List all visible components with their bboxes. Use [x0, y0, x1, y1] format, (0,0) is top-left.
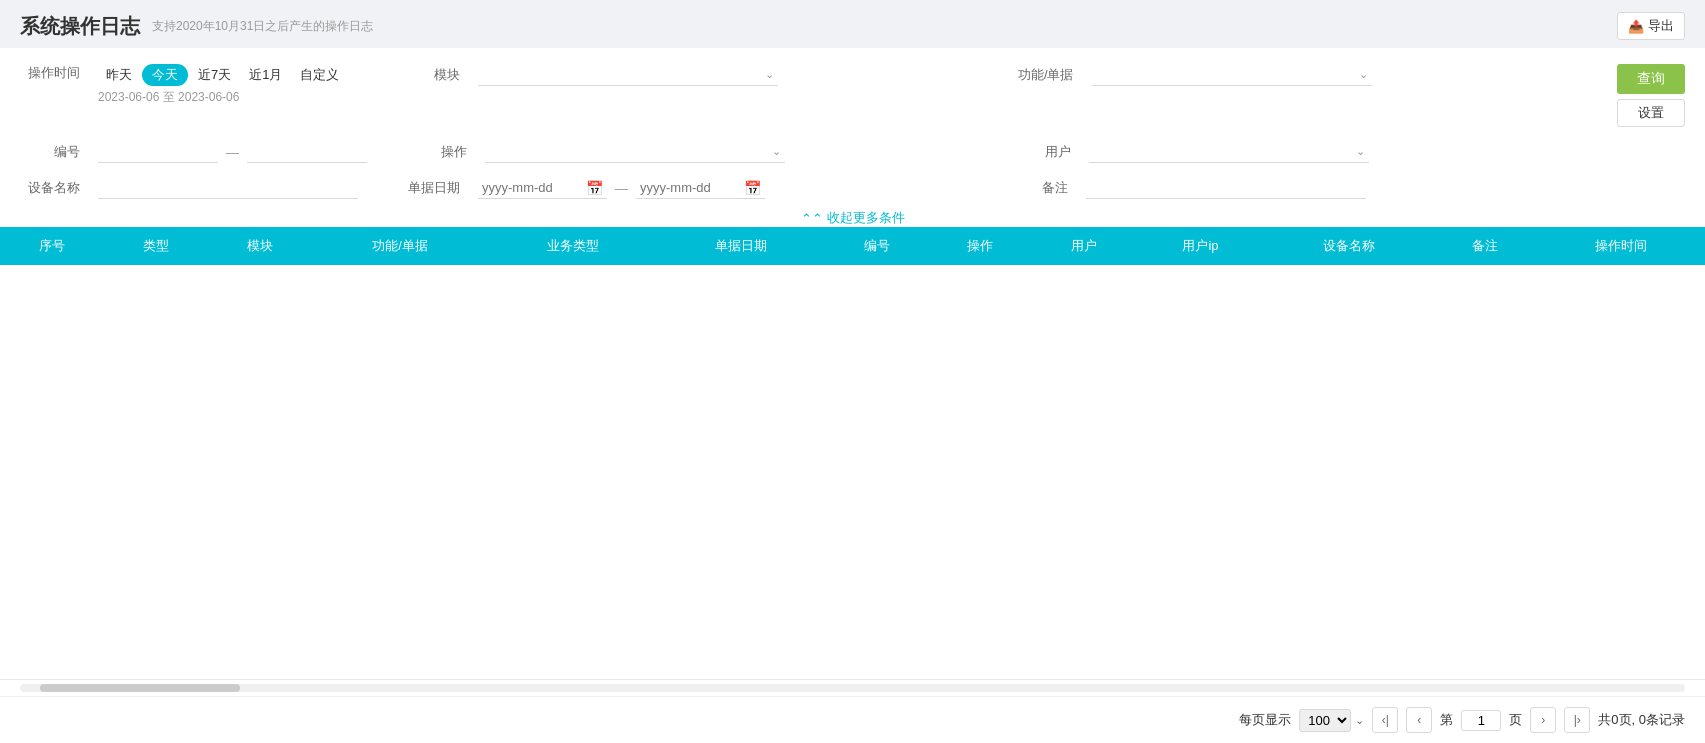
module-chevron-icon: ⌄: [765, 68, 774, 81]
table-header-row: 序号 类型 模块 功能/单据 业务类型 单据日期 编号 操作 用户 用户ip 设…: [0, 227, 1705, 265]
time-btn-custom[interactable]: 自定义: [292, 64, 347, 86]
module-label: 模块: [400, 66, 460, 84]
col-module: 模块: [208, 227, 312, 265]
time-btn-yesterday[interactable]: 昨天: [98, 64, 140, 86]
page-size-select[interactable]: 100 50 200: [1299, 709, 1351, 732]
export-button[interactable]: 📤 导出: [1617, 12, 1685, 40]
scrollbar-thumb[interactable]: [40, 684, 240, 692]
page-title: 系统操作日志: [20, 13, 140, 40]
func-select[interactable]: [1092, 64, 1372, 85]
calendar-end-icon[interactable]: 📅: [744, 180, 761, 196]
scrollbar-track: [20, 684, 1685, 692]
prev-page-button[interactable]: ‹: [1406, 707, 1432, 733]
func-chevron-icon: ⌄: [1359, 68, 1368, 81]
time-btn-1month[interactable]: 近1月: [241, 64, 290, 86]
device-label: 设备名称: [20, 179, 80, 197]
page-label: 第: [1440, 711, 1453, 729]
total-label: 共0页, 0条记录: [1598, 711, 1685, 729]
remark-label: 备注: [1008, 179, 1068, 197]
page-size-chevron-icon: ⌄: [1355, 714, 1364, 727]
col-op-time: 操作时间: [1537, 227, 1705, 265]
date-start-input[interactable]: [482, 180, 582, 195]
collapse-label: 收起更多条件: [827, 209, 905, 227]
action-label: 操作: [407, 143, 467, 161]
time-btn-today[interactable]: 今天: [142, 64, 188, 86]
page-unit: 页: [1509, 711, 1522, 729]
pagination-bar: 每页显示 100 50 200 ⌄ ‹| ‹ 第 页 › |› 共0页, 0条记…: [0, 696, 1705, 743]
calendar-start-icon[interactable]: 📅: [586, 180, 603, 196]
export-icon: 📤: [1628, 19, 1644, 34]
voucher-date-label: 单据日期: [400, 179, 460, 197]
col-voucher-date: 单据日期: [657, 227, 825, 265]
remark-input[interactable]: [1086, 177, 1366, 199]
action-chevron-icon: ⌄: [772, 145, 781, 158]
number-label: 编号: [20, 143, 80, 161]
page-subtitle: 支持2020年10月31日之后产生的操作日志: [152, 18, 373, 35]
number-dash: —: [226, 145, 239, 160]
col-biz-type: 业务类型: [488, 227, 656, 265]
date-dash: —: [615, 181, 628, 196]
col-user: 用户: [1032, 227, 1136, 265]
per-page-label: 每页显示: [1239, 711, 1291, 729]
col-func: 功能/单据: [311, 227, 488, 265]
user-select[interactable]: [1089, 141, 1369, 162]
collapse-icon: ⌃⌃: [801, 211, 823, 226]
scrollbar-area[interactable]: [0, 679, 1705, 696]
time-btn-7days[interactable]: 近7天: [190, 64, 239, 86]
action-select[interactable]: [485, 141, 785, 162]
col-type: 类型: [104, 227, 208, 265]
user-label: 用户: [1011, 143, 1071, 161]
page-number-input[interactable]: [1461, 710, 1501, 731]
func-label: 功能/单据: [1014, 66, 1074, 84]
empty-area: [0, 265, 1705, 565]
col-user-ip: 用户ip: [1136, 227, 1265, 265]
number-input-end[interactable]: [247, 141, 367, 163]
time-range: 2023-06-06 至 2023-06-06: [98, 89, 347, 106]
time-label: 操作时间: [20, 64, 80, 82]
col-remark: 备注: [1433, 227, 1537, 265]
settings-button[interactable]: 设置: [1617, 99, 1685, 127]
export-label: 导出: [1648, 17, 1674, 35]
query-button[interactable]: 查询: [1617, 64, 1685, 94]
last-page-button[interactable]: |›: [1564, 707, 1590, 733]
next-page-button[interactable]: ›: [1530, 707, 1556, 733]
col-device: 设备名称: [1265, 227, 1433, 265]
user-chevron-icon: ⌄: [1356, 145, 1365, 158]
number-input-start[interactable]: [98, 141, 218, 163]
date-end-input[interactable]: [640, 180, 740, 195]
collapse-button[interactable]: ⌃⌃ 收起更多条件: [801, 209, 905, 227]
module-select[interactable]: [478, 64, 778, 85]
col-number: 编号: [825, 227, 929, 265]
device-input[interactable]: [98, 177, 358, 199]
first-page-button[interactable]: ‹|: [1372, 707, 1398, 733]
col-index: 序号: [0, 227, 104, 265]
col-action: 操作: [928, 227, 1032, 265]
